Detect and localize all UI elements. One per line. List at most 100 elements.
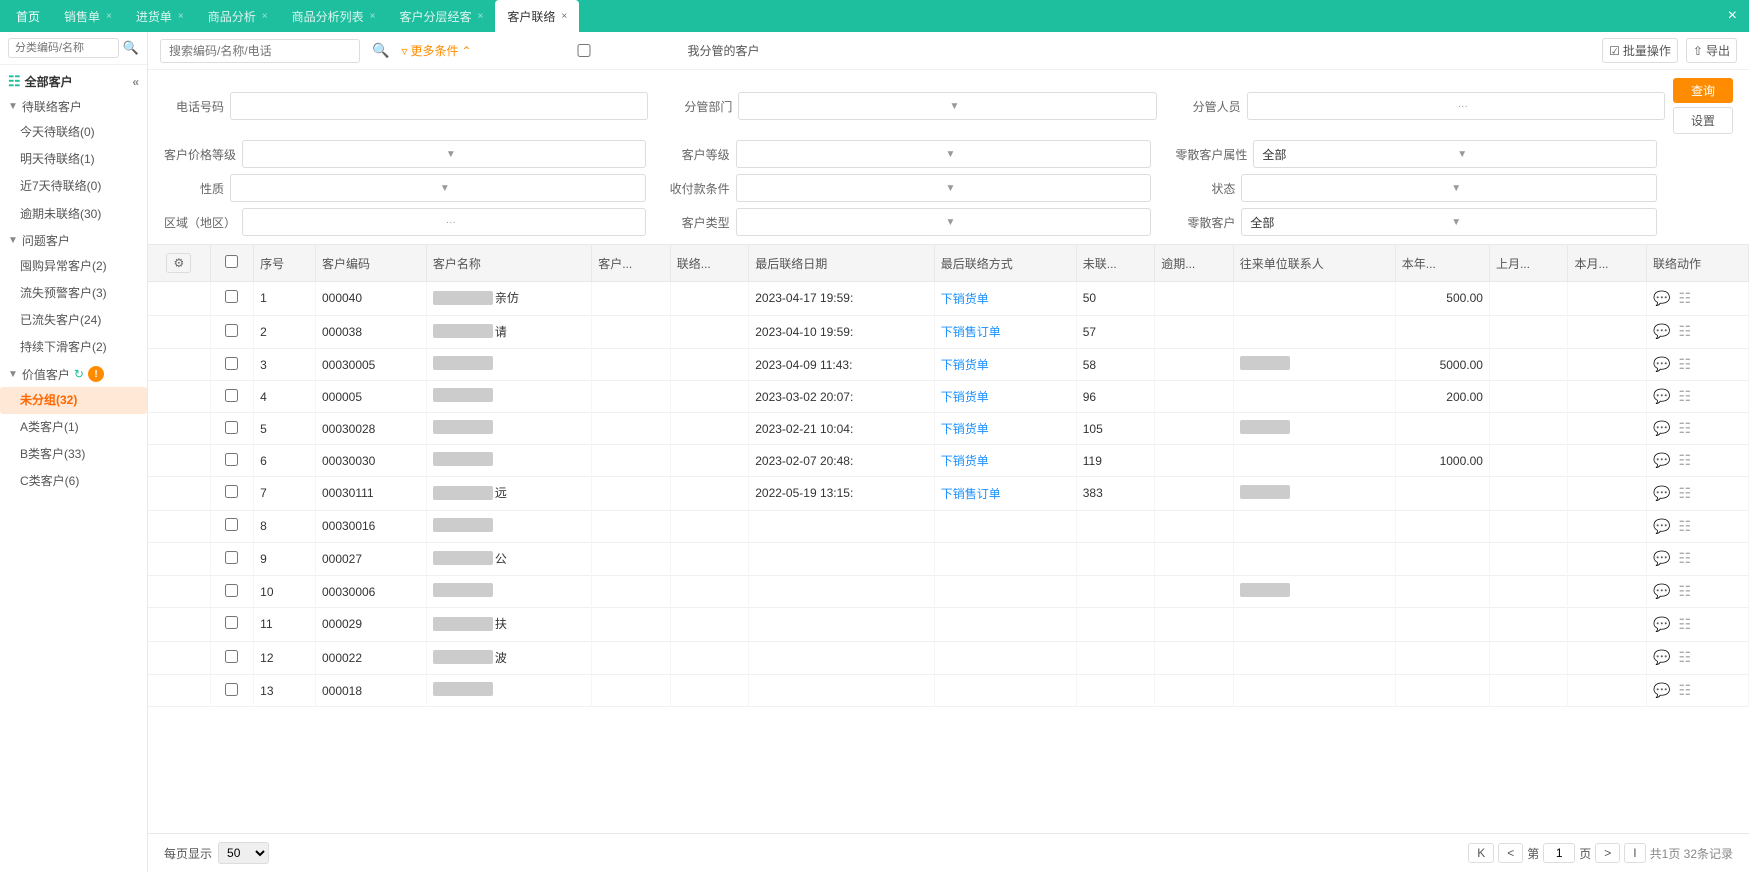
- last-way-link[interactable]: 下销货单: [941, 390, 989, 404]
- next-page-button[interactable]: >: [1595, 843, 1620, 863]
- row-checkbox[interactable]: [225, 357, 238, 370]
- row-checkbox[interactable]: [225, 485, 238, 498]
- sidebar-item-declining[interactable]: 持续下滑客户(2): [0, 334, 147, 361]
- last-way-link[interactable]: 下销货单: [941, 422, 989, 436]
- filter-search-icon[interactable]: 🔍: [372, 42, 389, 59]
- status-select[interactable]: ▼: [1241, 174, 1657, 202]
- tab-purchase-close[interactable]: ×: [178, 11, 184, 22]
- row-checkbox-cell[interactable]: [210, 349, 253, 381]
- sidebar-item-churned[interactable]: 已流失客户(24): [0, 307, 147, 334]
- row-grid-icon[interactable]: ☷: [1678, 388, 1691, 405]
- row-comment-icon[interactable]: 💬: [1653, 583, 1670, 600]
- tab-customer-contact-close[interactable]: ×: [561, 11, 567, 22]
- tab-sales-close[interactable]: ×: [106, 11, 112, 22]
- payment-select[interactable]: ▼: [736, 174, 1152, 202]
- sidebar-item-c-class[interactable]: C类客户(6): [0, 468, 147, 495]
- row-checkbox-cell[interactable]: [210, 675, 253, 707]
- area-select[interactable]: ···: [242, 208, 646, 236]
- tab-sales[interactable]: 销售单 ×: [52, 0, 124, 32]
- sidebar-group-value[interactable]: ▼ 价值客户 ↻ !: [0, 362, 147, 387]
- sidebar-item-7days[interactable]: 近7天待联络(0): [0, 173, 147, 200]
- sidebar-group-pending[interactable]: ▼ 待联络客户: [0, 94, 147, 119]
- nature-select[interactable]: ▼: [230, 174, 646, 202]
- row-comment-icon[interactable]: 💬: [1653, 649, 1670, 666]
- row-checkbox-cell[interactable]: [210, 381, 253, 413]
- row-grid-icon[interactable]: ☷: [1678, 290, 1691, 307]
- tab-customer-contact[interactable]: 客户联络 ×: [495, 0, 579, 32]
- row-checkbox-cell[interactable]: [210, 445, 253, 477]
- row-comment-icon[interactable]: 💬: [1653, 420, 1670, 437]
- select-all-checkbox[interactable]: [225, 255, 238, 268]
- settings-button[interactable]: ⚙: [166, 253, 191, 273]
- row-grid-icon[interactable]: ☷: [1678, 518, 1691, 535]
- last-way-link[interactable]: 下销售订单: [941, 325, 1001, 339]
- row-comment-icon[interactable]: 💬: [1653, 452, 1670, 469]
- my-customers-checkbox[interactable]: [484, 44, 684, 57]
- row-checkbox-cell[interactable]: [210, 542, 253, 576]
- row-checkbox[interactable]: [225, 421, 238, 434]
- last-way-link[interactable]: 下销售订单: [941, 487, 1001, 501]
- retail-attr-select[interactable]: 全部 ▼: [1253, 140, 1657, 168]
- row-checkbox[interactable]: [225, 650, 238, 663]
- row-checkbox-cell[interactable]: [210, 576, 253, 608]
- tab-product-analysis-close[interactable]: ×: [262, 11, 268, 22]
- batch-ops-button[interactable]: ☑ 批量操作: [1602, 38, 1678, 63]
- row-comment-icon[interactable]: 💬: [1653, 682, 1670, 699]
- sidebar-search-input[interactable]: [8, 38, 119, 58]
- export-button[interactable]: ⇧ 导出: [1686, 38, 1737, 63]
- tab-product-list-close[interactable]: ×: [370, 11, 376, 22]
- row-grid-icon[interactable]: ☷: [1678, 452, 1691, 469]
- query-button[interactable]: 查询: [1673, 78, 1733, 103]
- sidebar-item-tomorrow[interactable]: 明天待联络(1): [0, 146, 147, 173]
- row-grid-icon[interactable]: ☷: [1678, 583, 1691, 600]
- sidebar-item-hoarding[interactable]: 囤购异常客户(2): [0, 253, 147, 280]
- row-checkbox[interactable]: [225, 584, 238, 597]
- row-comment-icon[interactable]: 💬: [1653, 388, 1670, 405]
- row-checkbox[interactable]: [225, 683, 238, 696]
- row-comment-icon[interactable]: 💬: [1653, 290, 1670, 307]
- reset-button[interactable]: 设置: [1673, 107, 1733, 134]
- row-checkbox[interactable]: [225, 453, 238, 466]
- tab-product-list[interactable]: 商品分析列表 ×: [280, 0, 388, 32]
- customer-level-select[interactable]: ▼: [736, 140, 1152, 168]
- row-checkbox-cell[interactable]: [210, 608, 253, 642]
- row-checkbox-cell[interactable]: [210, 510, 253, 542]
- sidebar-item-b-class[interactable]: B类客户(33): [0, 441, 147, 468]
- sidebar-group-problem[interactable]: ▼ 问题客户: [0, 228, 147, 253]
- row-checkbox[interactable]: [225, 290, 238, 303]
- last-page-button[interactable]: I: [1624, 843, 1645, 863]
- sys-close-button[interactable]: ×: [1720, 7, 1745, 25]
- prev-page-button[interactable]: <: [1498, 843, 1523, 863]
- sidebar-item-a-class[interactable]: A类客户(1): [0, 414, 147, 441]
- row-checkbox-cell[interactable]: [210, 477, 253, 511]
- row-comment-icon[interactable]: 💬: [1653, 323, 1670, 340]
- row-grid-icon[interactable]: ☷: [1678, 550, 1691, 567]
- row-checkbox[interactable]: [225, 389, 238, 402]
- price-level-select[interactable]: ▼: [242, 140, 646, 168]
- row-comment-icon[interactable]: 💬: [1653, 518, 1670, 535]
- tab-product-analysis[interactable]: 商品分析 ×: [196, 0, 280, 32]
- value-group-refresh-icon[interactable]: ↻: [74, 367, 84, 381]
- row-grid-icon[interactable]: ☷: [1678, 485, 1691, 502]
- row-comment-icon[interactable]: 💬: [1653, 550, 1670, 567]
- page-size-select[interactable]: 50 100: [218, 842, 269, 864]
- col-settings[interactable]: ⚙: [148, 245, 210, 282]
- tab-customer-tier[interactable]: 客户分层经客 ×: [387, 0, 495, 32]
- retail-customer-select[interactable]: 全部 ▼: [1241, 208, 1657, 236]
- row-grid-icon[interactable]: ☷: [1678, 682, 1691, 699]
- row-grid-icon[interactable]: ☷: [1678, 616, 1691, 633]
- page-number-input[interactable]: [1543, 843, 1575, 863]
- row-comment-icon[interactable]: 💬: [1653, 485, 1670, 502]
- row-grid-icon[interactable]: ☷: [1678, 649, 1691, 666]
- sidebar-item-today[interactable]: 今天待联络(0): [0, 119, 147, 146]
- sidebar-item-churn-warning[interactable]: 流失预警客户(3): [0, 280, 147, 307]
- sidebar-search-icon[interactable]: 🔍: [123, 40, 139, 56]
- last-way-link[interactable]: 下销货单: [941, 358, 989, 372]
- row-checkbox[interactable]: [225, 324, 238, 337]
- customer-type-select[interactable]: ▼: [736, 208, 1152, 236]
- row-checkbox-cell[interactable]: [210, 413, 253, 445]
- row-comment-icon[interactable]: 💬: [1653, 356, 1670, 373]
- dept-select[interactable]: ▼: [738, 92, 1156, 120]
- tab-customer-tier-close[interactable]: ×: [477, 11, 483, 22]
- last-way-link[interactable]: 下销货单: [941, 292, 989, 306]
